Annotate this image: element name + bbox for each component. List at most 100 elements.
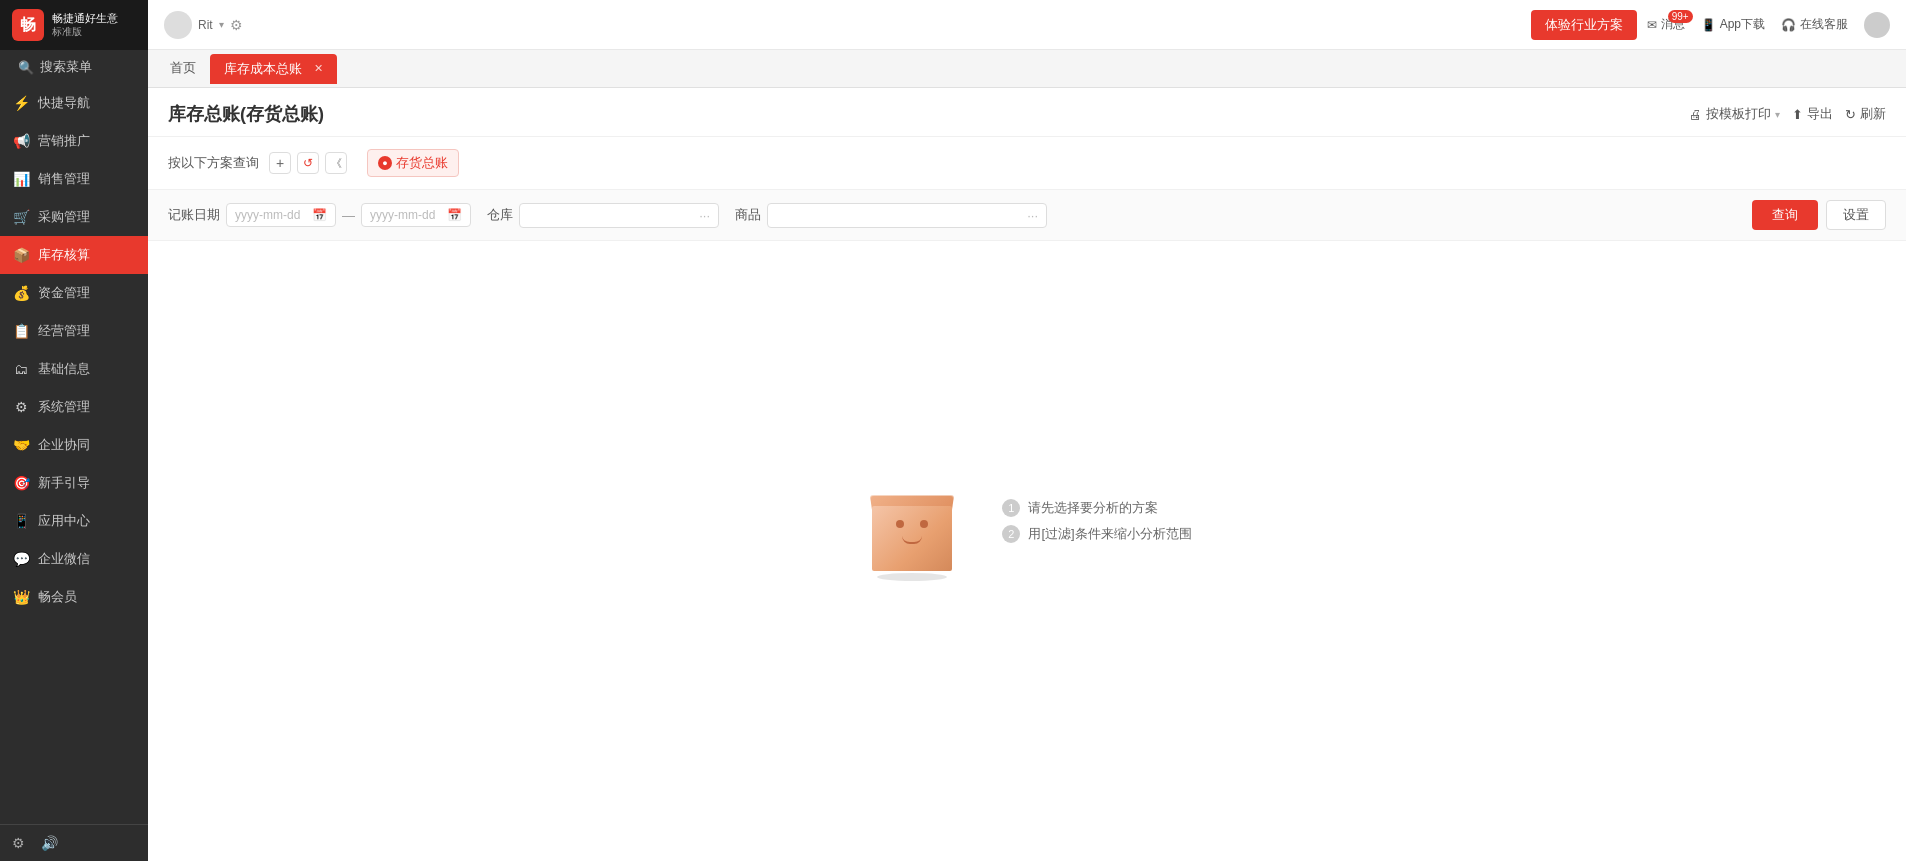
- warehouse-select[interactable]: ···: [519, 203, 719, 228]
- sales-icon: 📊: [12, 170, 30, 188]
- sidebar-item-label: 系统管理: [38, 398, 90, 416]
- print-label: 按模板打印: [1706, 105, 1771, 123]
- search-icon: 🔍: [18, 60, 34, 75]
- topbar-gear-icon[interactable]: ⚙: [230, 17, 243, 33]
- topbar-right-actions: ✉ 消息 99+ 📱 App下载 🎧 在线客服: [1647, 12, 1890, 38]
- print-button[interactable]: 🖨 按模板打印 ▾: [1689, 105, 1780, 123]
- refresh-label: 刷新: [1860, 105, 1886, 123]
- sidebar-item-finance[interactable]: 💰 资金管理: [0, 274, 148, 312]
- date-end-placeholder: yyyy-mm-dd: [370, 208, 435, 222]
- scheme-dot-icon: ●: [378, 156, 392, 170]
- sidebar-item-label: 应用中心: [38, 512, 90, 530]
- sidebar-item-label: 企业微信: [38, 550, 90, 568]
- messages-button[interactable]: ✉ 消息 99+: [1647, 16, 1685, 33]
- step-1-num: 1: [1002, 499, 1020, 517]
- phone-icon: 📱: [1701, 18, 1716, 32]
- setting-button[interactable]: 设置: [1826, 200, 1886, 230]
- sidebar-item-purchase[interactable]: 🛒 采购管理: [0, 198, 148, 236]
- sidebar-item-label: 畅会员: [38, 588, 77, 606]
- page-title: 库存总账(存货总账): [168, 102, 324, 126]
- topbar-avatar: [164, 11, 192, 39]
- refresh-button[interactable]: ↻ 刷新: [1845, 105, 1886, 123]
- export-button[interactable]: ⬆ 导出: [1792, 105, 1833, 123]
- empty-illustration: [862, 471, 962, 571]
- page-header-actions: 🖨 按模板打印 ▾ ⬆ 导出 ↻ 刷新: [1689, 105, 1886, 123]
- filter-label: 按以下方案查询: [168, 154, 259, 172]
- sidebar-item-label: 快捷导航: [38, 94, 90, 112]
- chevron-down-icon[interactable]: ▾: [219, 19, 224, 30]
- online-service-button[interactable]: 🎧 在线客服: [1781, 16, 1848, 33]
- collapse-icon: 《: [331, 156, 342, 171]
- scheme-label: 存货总账: [396, 154, 448, 172]
- sidebar-item-inventory[interactable]: 📦 库存核算: [0, 236, 148, 274]
- filter-area: 按以下方案查询 + ↺ 《 ● 存货总账: [148, 137, 1906, 190]
- topbar: Rit ▾ ⚙ 体验行业方案 ✉ 消息 99+ 📱 App下载 🎧 在线客服: [148, 0, 1906, 50]
- tab-inventory-ledger-label: 库存成本总账: [224, 60, 302, 78]
- printer-icon: 🖨: [1689, 107, 1702, 122]
- sidebar-item-member[interactable]: 👑 畅会员: [0, 578, 148, 616]
- sidebar: 畅 畅捷通好生意 标准版 🔍 搜索菜单 ⚡ 快捷导航 📢 营销推广 📊 销售管理…: [0, 0, 148, 861]
- warehouse-more-icon: ···: [699, 208, 710, 223]
- wechat-icon: 💬: [12, 550, 30, 568]
- app-version: 标准版: [52, 25, 118, 39]
- date-start-input[interactable]: yyyy-mm-dd 📅: [226, 203, 336, 227]
- sidebar-item-marketing[interactable]: 📢 营销推广: [0, 122, 148, 160]
- print-chevron-icon: ▾: [1775, 109, 1780, 120]
- member-icon: 👑: [12, 588, 30, 606]
- query-button[interactable]: 查询: [1752, 200, 1818, 230]
- scheme-inventory-ledger[interactable]: ● 存货总账: [367, 149, 459, 177]
- sidebar-item-label: 库存核算: [38, 246, 90, 264]
- online-service-label: 在线客服: [1800, 16, 1848, 33]
- reset-icon: ↺: [303, 156, 313, 170]
- date-start-placeholder: yyyy-mm-dd: [235, 208, 300, 222]
- tab-home[interactable]: 首页: [156, 51, 210, 87]
- sidebar-item-sales[interactable]: 📊 销售管理: [0, 160, 148, 198]
- filter-row: 记账日期 yyyy-mm-dd 📅 — yyyy-mm-dd 📅 仓库 ···: [148, 190, 1906, 241]
- sidebar-item-label: 经营管理: [38, 322, 90, 340]
- app-name: 畅捷通好生意: [52, 11, 118, 25]
- message-badge: 99+: [1668, 10, 1693, 23]
- filter-collapse-button[interactable]: 《: [325, 152, 347, 174]
- sidebar-item-label: 销售管理: [38, 170, 90, 188]
- settings-bottom-icon[interactable]: ⚙: [12, 835, 25, 851]
- sidebar-search-label: 搜索菜单: [40, 58, 92, 76]
- sidebar-item-system[interactable]: ⚙ 系统管理: [0, 388, 148, 426]
- content-area: 库存总账(存货总账) 🖨 按模板打印 ▾ ⬆ 导出 ↻ 刷新 按以下方案查询: [148, 88, 1906, 861]
- tabs-bar: 首页 库存成本总账 ✕: [148, 50, 1906, 88]
- page-header: 库存总账(存货总账) 🖨 按模板打印 ▾ ⬆ 导出 ↻ 刷新: [148, 88, 1906, 137]
- enterprise-icon: 🤝: [12, 436, 30, 454]
- date-separator: —: [342, 208, 355, 223]
- sidebar-item-operations[interactable]: 📋 经营管理: [0, 312, 148, 350]
- operations-icon: 📋: [12, 322, 30, 340]
- sidebar-search[interactable]: 🔍 搜索菜单: [0, 50, 148, 84]
- app-download-button[interactable]: 📱 App下载: [1701, 16, 1765, 33]
- sidebar-item-app-center[interactable]: 📱 应用中心: [0, 502, 148, 540]
- user-avatar-right[interactable]: [1864, 12, 1890, 38]
- inventory-icon: 📦: [12, 246, 30, 264]
- calendar-end-icon: 📅: [447, 208, 462, 222]
- tab-close-icon[interactable]: ✕: [314, 62, 323, 75]
- plus-icon: +: [276, 155, 284, 171]
- tab-inventory-ledger[interactable]: 库存成本总账 ✕: [210, 54, 337, 84]
- empty-hint-2-text: 用[过滤]条件来缩小分析范围: [1028, 525, 1191, 543]
- main-area: Rit ▾ ⚙ 体验行业方案 ✉ 消息 99+ 📱 App下载 🎧 在线客服 首…: [148, 0, 1906, 861]
- app-logo-icon: 畅: [12, 9, 44, 41]
- sidebar-item-label: 采购管理: [38, 208, 90, 226]
- goods-select[interactable]: ···: [767, 203, 1047, 228]
- sidebar-item-quick-nav[interactable]: ⚡ 快捷导航: [0, 84, 148, 122]
- headset-icon: 🎧: [1781, 18, 1796, 32]
- date-end-input[interactable]: yyyy-mm-dd 📅: [361, 203, 471, 227]
- logo-char: 畅: [20, 15, 36, 36]
- sidebar-item-label: 基础信息: [38, 360, 90, 378]
- audio-icon[interactable]: 🔊: [41, 835, 58, 851]
- calendar-start-icon: 📅: [312, 208, 327, 222]
- sidebar-item-enterprise[interactable]: 🤝 企业协同: [0, 426, 148, 464]
- filter-reset-button[interactable]: ↺: [297, 152, 319, 174]
- sidebar-item-label: 营销推广: [38, 132, 90, 150]
- system-icon: ⚙: [12, 398, 30, 416]
- sidebar-item-newbie[interactable]: 🎯 新手引导: [0, 464, 148, 502]
- filter-add-button[interactable]: +: [269, 152, 291, 174]
- sidebar-item-wechat[interactable]: 💬 企业微信: [0, 540, 148, 578]
- sidebar-item-basic-info[interactable]: 🗂 基础信息: [0, 350, 148, 388]
- trial-button[interactable]: 体验行业方案: [1531, 10, 1637, 40]
